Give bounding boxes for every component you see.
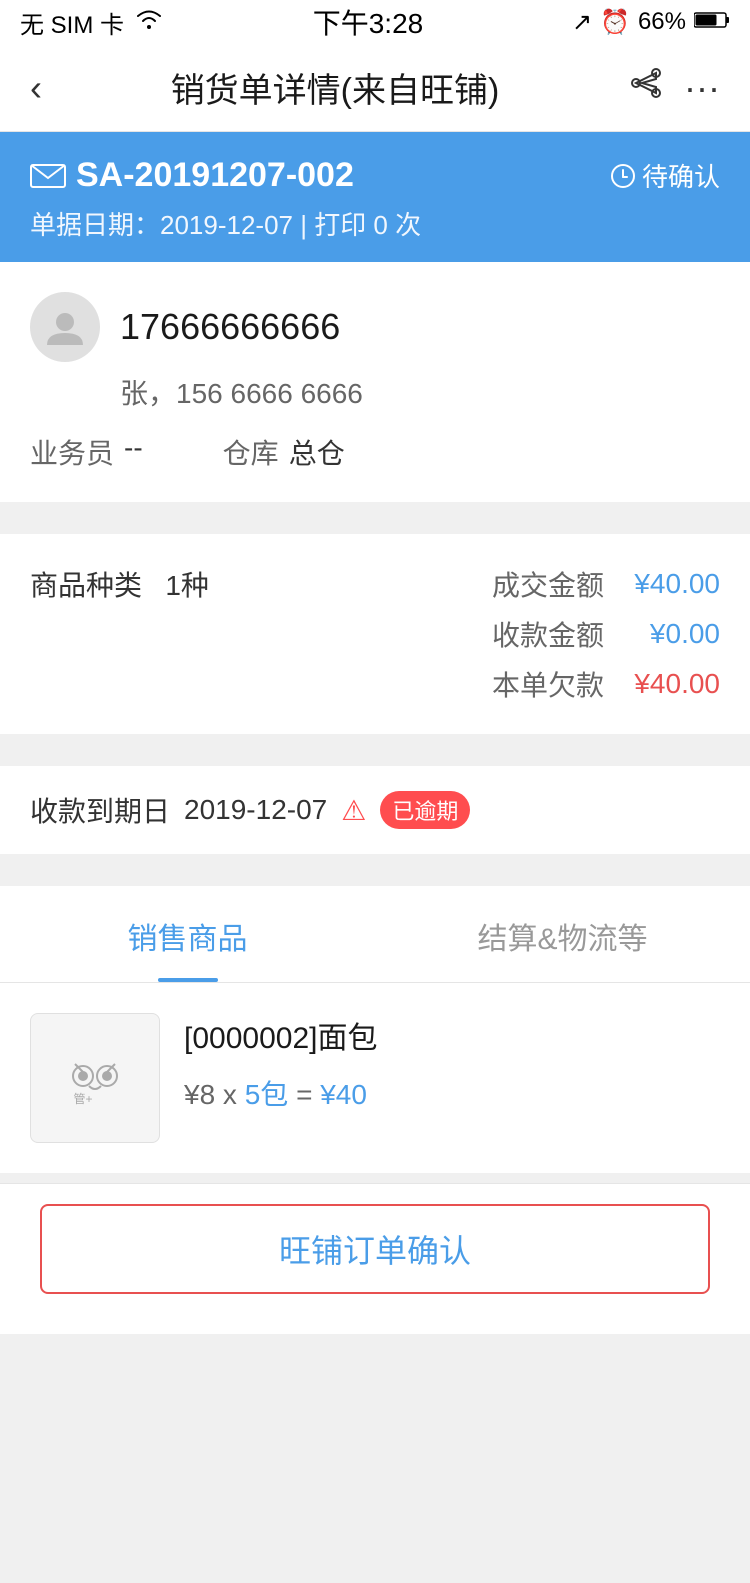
product-list: 管+ [0000002]面包 ¥8 x 5包 = ¥40 [0, 983, 750, 1173]
customer-section: 17666666666 张，156 6666 6666 业务员 -- 仓库 总仓 [0, 262, 750, 502]
due-date-label: 收款到期日 [30, 790, 170, 830]
product-type-value: 1种 [165, 570, 209, 601]
more-button[interactable]: ··· [684, 67, 720, 109]
back-button[interactable]: ‹ [30, 67, 42, 109]
customer-meta: 业务员 -- 仓库 总仓 [30, 432, 720, 472]
bottom-bar: 旺铺订单确认 [0, 1183, 750, 1334]
status-bar: 无 SIM 卡 下午3:28 ↗ ⏰ 66% [0, 0, 750, 44]
nav-actions: ··· [628, 65, 720, 110]
warehouse-label: 仓库 [223, 432, 279, 472]
receipt-amount-label: 收款金额 [492, 614, 604, 654]
battery-icon [694, 8, 730, 36]
battery-status: 66% [638, 8, 686, 36]
deal-amount-value: ¥40.00 [620, 568, 720, 600]
product-price: ¥8 x [184, 1079, 237, 1110]
product-eq: = [296, 1079, 312, 1110]
tabs-section: 销售商品 结算&物流等 管+ [000 [0, 886, 750, 1173]
product-info: [0000002]面包 ¥8 x 5包 = ¥40 [184, 1013, 720, 1113]
location-icon: ↗ [572, 8, 592, 37]
product-price-row: ¥8 x 5包 = ¥40 [184, 1073, 720, 1113]
divider-2 [0, 750, 750, 766]
amount-section: 商品种类 1种 成交金额 ¥40.00 收款金额 ¥0.00 本单欠款 ¥40.… [0, 534, 750, 734]
nav-bar: ‹ 销货单详情(来自旺铺) ··· [0, 44, 750, 132]
product-count: 商品种类 1种 [30, 564, 209, 604]
page-title: 销货单详情(来自旺铺) [171, 63, 500, 112]
salesperson-value: -- [124, 432, 143, 472]
warehouse-value: 总仓 [289, 432, 345, 472]
product-name: [0000002]面包 [184, 1013, 720, 1057]
customer-phone: 17666666666 [120, 306, 340, 348]
due-date-value: 2019-12-07 [184, 794, 327, 826]
status-bar-right: ↗ ⏰ 66% [572, 8, 730, 37]
receipt-amount-value: ¥0.00 [620, 618, 720, 650]
amount-detail: 成交金额 ¥40.00 收款金额 ¥0.00 本单欠款 ¥40.00 [492, 564, 720, 704]
wifi-icon [134, 8, 164, 37]
order-number: SA-20191207-002 [30, 156, 354, 195]
tab-settlement-logistics[interactable]: 结算&物流等 [375, 886, 750, 982]
sim-status: 无 SIM 卡 [20, 5, 124, 40]
salesperson-label: 业务员 [30, 432, 114, 472]
avatar [30, 292, 100, 362]
svg-text:管+: 管+ [73, 1091, 92, 1106]
share-button[interactable] [628, 65, 664, 110]
confirm-button[interactable]: 旺铺订单确认 [40, 1204, 710, 1294]
divider-3 [0, 870, 750, 886]
product-image: 管+ [30, 1013, 160, 1143]
order-status: 待确认 [610, 157, 720, 194]
product-qty: 5包 [245, 1079, 289, 1110]
tab-sales-products[interactable]: 销售商品 [0, 886, 375, 982]
owed-amount-label: 本单欠款 [492, 664, 604, 704]
overdue-badge: 已逾期 [380, 791, 470, 829]
divider-1 [0, 518, 750, 534]
status-bar-left: 无 SIM 卡 [20, 5, 164, 40]
order-header-card: SA-20191207-002 待确认 单据日期：2019-12-07 | 打印… [0, 132, 750, 262]
due-date-section: 收款到期日 2019-12-07 ⚠ 已逾期 [0, 766, 750, 854]
warning-icon: ⚠ [341, 794, 366, 827]
owed-amount-value: ¥40.00 [620, 668, 720, 700]
deal-amount-label: 成交金额 [492, 564, 604, 604]
product-total: ¥40 [320, 1079, 367, 1110]
alarm-icon: ⏰ [600, 8, 630, 37]
tabs-header: 销售商品 结算&物流等 [0, 886, 750, 983]
product-item: 管+ [0000002]面包 ¥8 x 5包 = ¥40 [0, 983, 750, 1173]
order-date: 单据日期：2019-12-07 | 打印 0 次 [30, 205, 720, 242]
status-bar-time: 下午3:28 [313, 2, 424, 42]
customer-name: 张，156 6666 6666 [30, 372, 720, 412]
product-type-label: 商品种类 [30, 570, 142, 601]
